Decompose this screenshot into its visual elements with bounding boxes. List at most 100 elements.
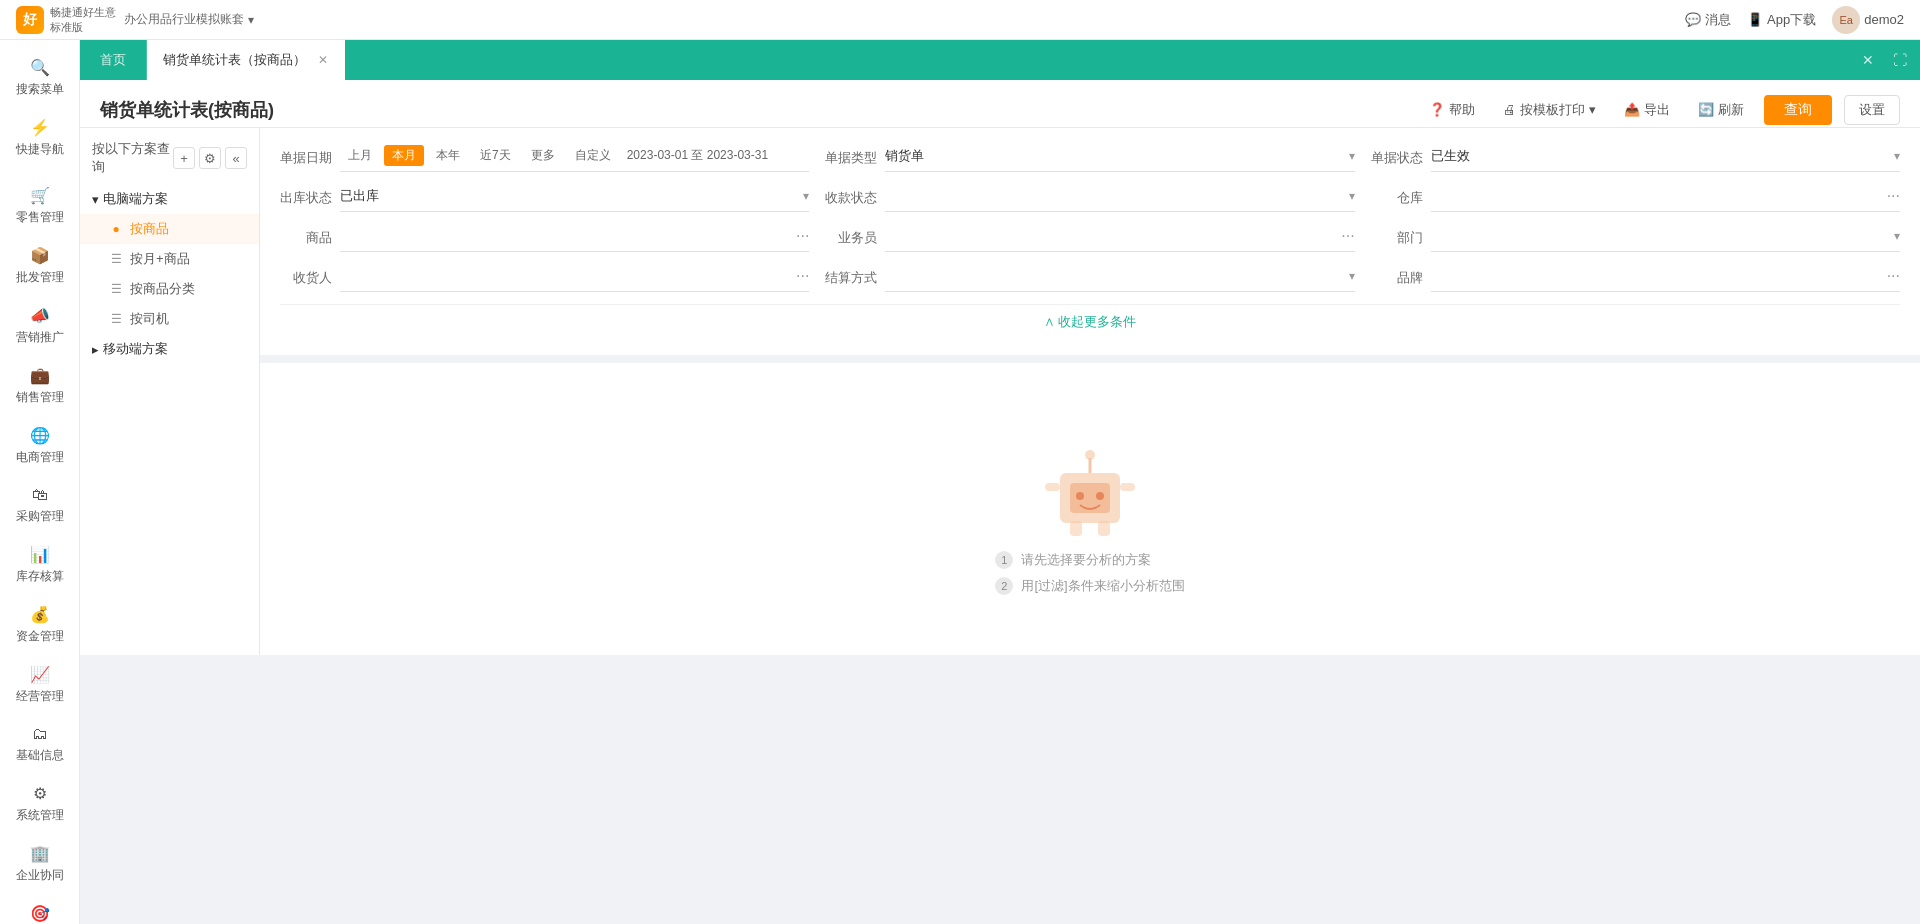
scheme-panel: 按以下方案查询 + ⚙ «: [80, 128, 260, 655]
page-header: 销货单统计表(按商品) ❓ 帮助 🖨 按模板打印 ▾ 📤 导出: [80, 80, 1920, 128]
tab-expand-btn[interactable]: ⛶: [1888, 48, 1912, 72]
empty-illustration: [1030, 423, 1150, 543]
tab-close-btn[interactable]: ✕: [318, 53, 328, 67]
date-tab-more[interactable]: 更多: [523, 145, 563, 166]
messages-btn[interactable]: 💬 消息: [1685, 11, 1731, 29]
brand-dots-icon[interactable]: ···: [1887, 267, 1900, 285]
date-tab-last-month[interactable]: 上月: [340, 145, 380, 166]
export-icon: 📤: [1624, 102, 1640, 117]
filter-department: 部门 ▾: [1371, 224, 1900, 252]
marketing-icon: 📣: [30, 306, 50, 325]
warehouse-dots-icon[interactable]: ···: [1887, 187, 1900, 205]
outbound-input-area[interactable]: 已出库 ▾: [340, 184, 809, 212]
filter-row-3: 商品 ··· 业务员 ···: [280, 224, 1900, 252]
sidebar-item-retail[interactable]: 🛒 零售管理: [0, 176, 79, 236]
sidebar-item-marketing[interactable]: 📣 营销推广: [0, 296, 79, 356]
print-btn[interactable]: 🖨 按模板打印 ▾: [1495, 97, 1604, 123]
payment-dropdown-icon: ▾: [1349, 189, 1355, 203]
collapse-filters-btn[interactable]: ∧ 收起更多条件: [280, 304, 1900, 339]
sidebar-item-basic[interactable]: 🗂 基础信息: [0, 715, 79, 774]
user-menu[interactable]: Ea demo2: [1832, 6, 1904, 34]
purchase-icon: 🛍: [32, 486, 48, 504]
tab-report[interactable]: 销货单统计表（按商品） ✕: [147, 40, 345, 80]
scheme-item-by-driver[interactable]: ☰ 按司机: [80, 304, 259, 334]
type-input-area[interactable]: 销货单 ▾: [885, 144, 1354, 172]
scheme-item-by-month-product[interactable]: ☰ 按月+商品: [80, 244, 259, 274]
sidebar-item-newbie[interactable]: 🎯 新手引导: [0, 894, 79, 924]
product-dots-icon[interactable]: ···: [796, 227, 809, 245]
export-btn[interactable]: 📤 导出: [1616, 97, 1678, 123]
date-tab-this-month[interactable]: 本月: [384, 145, 424, 166]
tab-home[interactable]: 首页: [80, 40, 147, 80]
print-icon: 🖨: [1503, 102, 1516, 117]
payment-method-input-area[interactable]: ▾: [885, 264, 1354, 292]
help-icon: ❓: [1429, 102, 1445, 117]
department-dropdown-icon: ▾: [1894, 229, 1900, 243]
empty-state: 1 请先选择要分析的方案 2 用[过滤]条件来缩小分析范围: [260, 363, 1920, 655]
sidebar-item-system[interactable]: ⚙ 系统管理: [0, 774, 79, 834]
sidebar-item-shortcut[interactable]: ⚡ 快捷导航: [0, 108, 79, 168]
warehouse-input-area[interactable]: ···: [1431, 184, 1900, 212]
desktop-group-chevron: ▾: [92, 192, 99, 207]
scheme-panel-actions: + ⚙ «: [173, 147, 247, 169]
status-input-area[interactable]: 已生效 ▾: [1431, 144, 1900, 172]
help-btn[interactable]: ❓ 帮助: [1421, 97, 1483, 123]
sidebar-item-finance[interactable]: 💰 资金管理: [0, 595, 79, 655]
date-tab-this-year[interactable]: 本年: [428, 145, 468, 166]
app-download-btn[interactable]: 📱 App下载: [1747, 11, 1816, 29]
header-right: 💬 消息 📱 App下载 Ea demo2: [1685, 6, 1904, 34]
retail-icon: 🛒: [30, 186, 50, 205]
sidebar-item-sales[interactable]: 💼 销售管理: [0, 356, 79, 416]
date-tab-7days[interactable]: 近7天: [472, 145, 519, 166]
sidebar-item-wholesale[interactable]: 📦 批发管理: [0, 236, 79, 296]
right-content: 单据日期 上月 本月 本年 近7天 更多 自定义: [260, 128, 1920, 655]
settings-btn[interactable]: 设置: [1844, 95, 1900, 125]
svg-point-2: [1076, 492, 1084, 500]
tab-close-all-btn[interactable]: ✕: [1856, 48, 1880, 72]
avatar: Ea: [1832, 6, 1860, 34]
svg-rect-8: [1070, 521, 1082, 536]
tab-bar-right: ✕ ⛶: [1856, 48, 1920, 72]
breadcrumb-chevron: ▾: [248, 13, 254, 27]
filter-type: 单据类型 销货单 ▾: [825, 144, 1354, 172]
svg-rect-7: [1120, 483, 1135, 491]
staff-dots-icon[interactable]: ···: [1341, 227, 1354, 245]
sidebar-item-purchase[interactable]: 🛍 采购管理: [0, 476, 79, 535]
logo-area: 好 畅捷通好生意 标准版: [16, 5, 116, 34]
sidebar-item-enterprise[interactable]: 🏢 企业协同: [0, 834, 79, 894]
svg-point-5: [1085, 450, 1095, 460]
scheme-item-by-product[interactable]: ● 按商品: [80, 214, 259, 244]
scheme-group-desktop-title[interactable]: ▾ 电脑端方案: [80, 184, 259, 214]
scheme-add-btn[interactable]: +: [173, 147, 195, 169]
scheme-item-by-category[interactable]: ☰ 按商品分类: [80, 274, 259, 304]
product-input-area[interactable]: ···: [340, 224, 809, 252]
receiver-input-area[interactable]: ···: [340, 264, 809, 292]
download-icon: 📱: [1747, 12, 1763, 27]
date-tabs: 上月 本月 本年 近7天 更多 自定义 2023-03-01 至 2023-03…: [340, 145, 768, 166]
date-input-area[interactable]: 上月 本月 本年 近7天 更多 自定义 2023-03-01 至 2023-03…: [340, 144, 809, 172]
receiver-dots-icon[interactable]: ···: [796, 267, 809, 285]
refresh-btn[interactable]: 🔄 刷新: [1690, 97, 1752, 123]
scheme-collapse-btn[interactable]: «: [225, 147, 247, 169]
department-input-area[interactable]: ▾: [1431, 224, 1900, 252]
sidebar-item-search[interactable]: 🔍 搜索菜单: [0, 48, 79, 108]
sidebar-item-ecommerce[interactable]: 🌐 电商管理: [0, 416, 79, 476]
filter-row-4: 收货人 ··· 结算方式 ▾: [280, 264, 1900, 292]
scheme-group-mobile-title[interactable]: ▸ 移动端方案: [80, 334, 259, 364]
query-btn[interactable]: 查询: [1764, 95, 1832, 125]
date-tab-custom[interactable]: 自定义: [567, 145, 619, 166]
payment-input-area[interactable]: ▾: [885, 184, 1354, 212]
empty-hint-2: 2 用[过滤]条件来缩小分析范围: [995, 577, 1184, 595]
page-header-actions: ❓ 帮助 🖨 按模板打印 ▾ 📤 导出 🔄 刷新: [1421, 95, 1900, 125]
brand-input-area[interactable]: ···: [1431, 264, 1900, 292]
staff-input-area[interactable]: ···: [885, 224, 1354, 252]
svg-rect-9: [1098, 521, 1110, 536]
operation-icon: 📈: [30, 665, 50, 684]
filter-date: 单据日期 上月 本月 本年 近7天 更多 自定义: [280, 144, 809, 172]
sidebar-item-operation[interactable]: 📈 经营管理: [0, 655, 79, 715]
scheme-settings-btn[interactable]: ⚙: [199, 147, 221, 169]
sidebar-item-inventory[interactable]: 📊 库存核算: [0, 535, 79, 595]
sidebar: 🔍 搜索菜单 ⚡ 快捷导航 🛒 零售管理 📦 批发管理 📣 营销推广 💼 销售管…: [0, 40, 80, 924]
gear-icon: ⚙: [204, 151, 216, 166]
svg-point-3: [1096, 492, 1104, 500]
